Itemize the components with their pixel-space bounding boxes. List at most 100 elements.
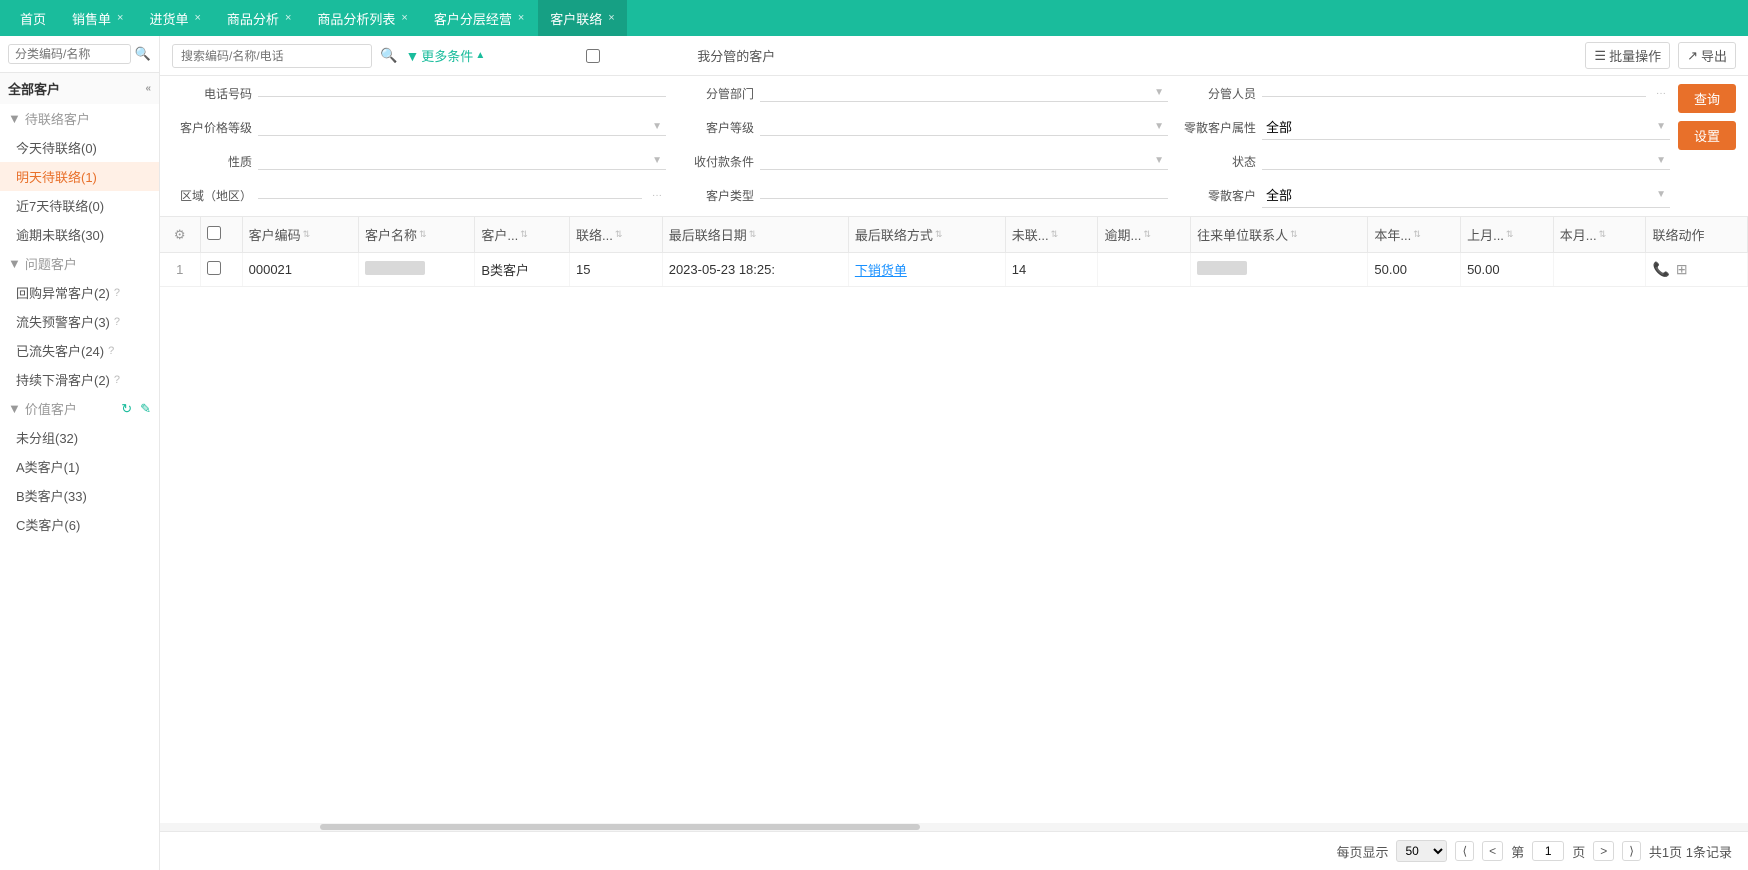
filter-retail-attr: 零散客户属性 全部 ▼ — [1176, 114, 1670, 140]
retail-customer-select[interactable]: 全部 ▼ — [1262, 182, 1670, 208]
sidebar-item-today[interactable]: 今天待联络(0) — [0, 133, 159, 162]
th-name[interactable]: 客户名称 ⇅ — [358, 217, 474, 253]
th-last-month[interactable]: 上月... ⇅ — [1461, 217, 1554, 253]
refresh-icon[interactable]: ↻ — [121, 401, 132, 417]
horizontal-scrollbar[interactable] — [160, 823, 1748, 831]
close-customer-segment-icon[interactable]: × — [518, 12, 524, 24]
nav-customer-segment[interactable]: 客户分层经营 × — [422, 0, 536, 36]
filter-row-1: 电话号码 分管部门 ▼ 分管人员 — [172, 84, 1670, 102]
nav-sales[interactable]: 销售单 × — [60, 0, 135, 36]
close-sales-icon[interactable]: × — [117, 12, 123, 24]
sidebar-item-7days[interactable]: 近7天待联络(0) — [0, 191, 159, 220]
filter-row-2: 客户价格等级 ▼ 客户等级 ▼ — [172, 114, 1670, 140]
select-all-checkbox[interactable] — [207, 226, 221, 240]
last-page-btn[interactable]: ⟩ — [1622, 841, 1641, 861]
payment-select[interactable]: ▼ — [760, 152, 1168, 170]
filter-area: 区域（地区） ··· — [172, 187, 666, 204]
nav-customer-contact[interactable]: 客户联络 × — [538, 0, 626, 36]
per-page-select[interactable]: 50 100 200 — [1396, 840, 1447, 862]
th-this-month[interactable]: 本月... ⇅ — [1553, 217, 1646, 253]
th-type[interactable]: 客户... ⇅ — [475, 217, 570, 253]
sidebar-item-churned[interactable]: 已流失客户(24) ? — [0, 336, 159, 365]
sidebar-item-declining[interactable]: 持续下滑客户(2) ? — [0, 365, 159, 394]
retail-attr-select[interactable]: 全部 ▼ — [1262, 114, 1670, 140]
th-code[interactable]: 客户编码 ⇅ — [242, 217, 358, 253]
edit-icon[interactable]: ✎ — [140, 401, 151, 417]
nav-home[interactable]: 首页 — [8, 0, 58, 36]
close-purchase-icon[interactable]: × — [194, 12, 200, 24]
cell-last-contact-date: 2023-05-23 18:25: — [662, 253, 848, 287]
th-last-contact-date[interactable]: 最后联络日期 ⇅ — [662, 217, 848, 253]
sidebar-item-abnormal[interactable]: 回购异常客户(2) ? — [0, 278, 159, 307]
help-icon-churned[interactable]: ? — [108, 345, 114, 357]
filter-row-3: 性质 ▼ 收付款条件 ▼ — [172, 152, 1670, 170]
area-more-icon[interactable]: ··· — [648, 190, 666, 201]
th-checkbox[interactable] — [200, 217, 242, 253]
sort-no-contact-icon: ⇅ — [1051, 229, 1059, 240]
next-page-btn[interactable]: > — [1593, 841, 1614, 861]
my-customers-checkbox[interactable]: 我分管的客户 — [493, 46, 775, 65]
set-button[interactable]: 设置 — [1678, 121, 1736, 150]
price-level-select[interactable]: ▼ — [258, 118, 666, 136]
help-icon-churn-warning[interactable]: ? — [114, 316, 120, 328]
sidebar-item-b-class[interactable]: B类客户(33) — [0, 481, 159, 510]
th-overdue[interactable]: 逾期... ⇅ — [1098, 217, 1191, 253]
phone-input[interactable] — [258, 90, 666, 97]
status-arrow-icon: ▼ — [1656, 155, 1666, 166]
th-last-contact-way[interactable]: 最后联络方式 ⇅ — [848, 217, 1005, 253]
all-customers-header[interactable]: 全部客户 « — [0, 73, 159, 104]
page-input[interactable] — [1532, 841, 1564, 861]
customer-type-input[interactable] — [760, 192, 1168, 199]
cell-no-contact: 14 — [1005, 253, 1098, 287]
th-contact[interactable]: 联络... ⇅ — [570, 217, 663, 253]
nav-product-analysis[interactable]: 商品分析 × — [215, 0, 303, 36]
main-search-input[interactable] — [172, 44, 372, 68]
th-settings[interactable]: ⚙ — [160, 217, 200, 253]
export-btn[interactable]: ↗ 导出 — [1678, 42, 1736, 69]
action-more-icon[interactable]: ⊞ — [1676, 261, 1688, 278]
close-product-analysis-icon[interactable]: × — [285, 12, 291, 24]
nature-select[interactable]: ▼ — [258, 152, 666, 170]
sidebar-item-tomorrow[interactable]: 明天待联络(1) — [0, 162, 159, 191]
row-checkbox[interactable] — [207, 261, 221, 275]
main-search-button[interactable]: 🔍 — [380, 47, 397, 64]
prev-page-btn[interactable]: < — [1482, 841, 1503, 861]
batch-op-btn[interactable]: ☰ 批量操作 — [1585, 42, 1670, 69]
sidebar-item-a-class[interactable]: A类客户(1) — [0, 452, 159, 481]
filter-phone: 电话号码 — [172, 85, 666, 102]
query-button[interactable]: 查询 — [1678, 84, 1736, 113]
sidebar-item-overdue[interactable]: 逾期未联络(30) — [0, 220, 159, 249]
filter-nature: 性质 ▼ — [172, 152, 666, 170]
status-select[interactable]: ▼ — [1262, 152, 1670, 170]
person-more-icon[interactable]: ··· — [1652, 88, 1670, 99]
nav-purchase[interactable]: 进货单 × — [137, 0, 212, 36]
nav-product-analysis-list[interactable]: 商品分析列表 × — [305, 0, 419, 36]
close-customer-contact-icon[interactable]: × — [608, 12, 614, 24]
th-no-contact[interactable]: 未联... ⇅ — [1005, 217, 1098, 253]
help-icon-declining[interactable]: ? — [114, 374, 120, 386]
settings-gear-icon[interactable]: ⚙ — [174, 227, 186, 242]
sidebar-search-icon[interactable]: 🔍 — [135, 46, 151, 62]
th-this-year[interactable]: 本年... ⇅ — [1368, 217, 1461, 253]
action-phone-icon[interactable]: 📞 — [1652, 261, 1669, 278]
sidebar-search-input[interactable] — [8, 44, 131, 64]
filter-customer-level: 客户等级 ▼ — [674, 118, 1168, 136]
help-icon-abnormal[interactable]: ? — [114, 287, 120, 299]
more-conditions-btn[interactable]: ▼ 更多条件 ▲ — [405, 46, 485, 65]
my-customers-check[interactable] — [493, 49, 693, 63]
sidebar-item-c-class[interactable]: C类客户(6) — [0, 510, 159, 539]
sidebar-item-churn-warning[interactable]: 流失预警客户(3) ? — [0, 307, 159, 336]
cell-last-contact-way[interactable]: 下销货单 — [848, 253, 1005, 287]
scrollbar-thumb[interactable] — [320, 824, 920, 830]
th-unit-contact[interactable]: 往来单位联系人 ⇅ — [1191, 217, 1368, 253]
advanced-filters: 电话号码 分管部门 ▼ 分管人员 — [160, 76, 1748, 217]
person-input[interactable] — [1262, 90, 1646, 97]
cell-checkbox[interactable] — [200, 253, 242, 287]
close-product-analysis-list-icon[interactable]: × — [401, 12, 407, 24]
area-input[interactable] — [258, 192, 642, 199]
dept-select[interactable]: ▼ — [760, 84, 1168, 102]
retail-attr-arrow-icon: ▼ — [1656, 121, 1666, 132]
customer-level-select[interactable]: ▼ — [760, 118, 1168, 136]
first-page-btn[interactable]: ⟨ — [1455, 841, 1474, 861]
sidebar-item-ungrouped[interactable]: 未分组(32) — [0, 423, 159, 452]
